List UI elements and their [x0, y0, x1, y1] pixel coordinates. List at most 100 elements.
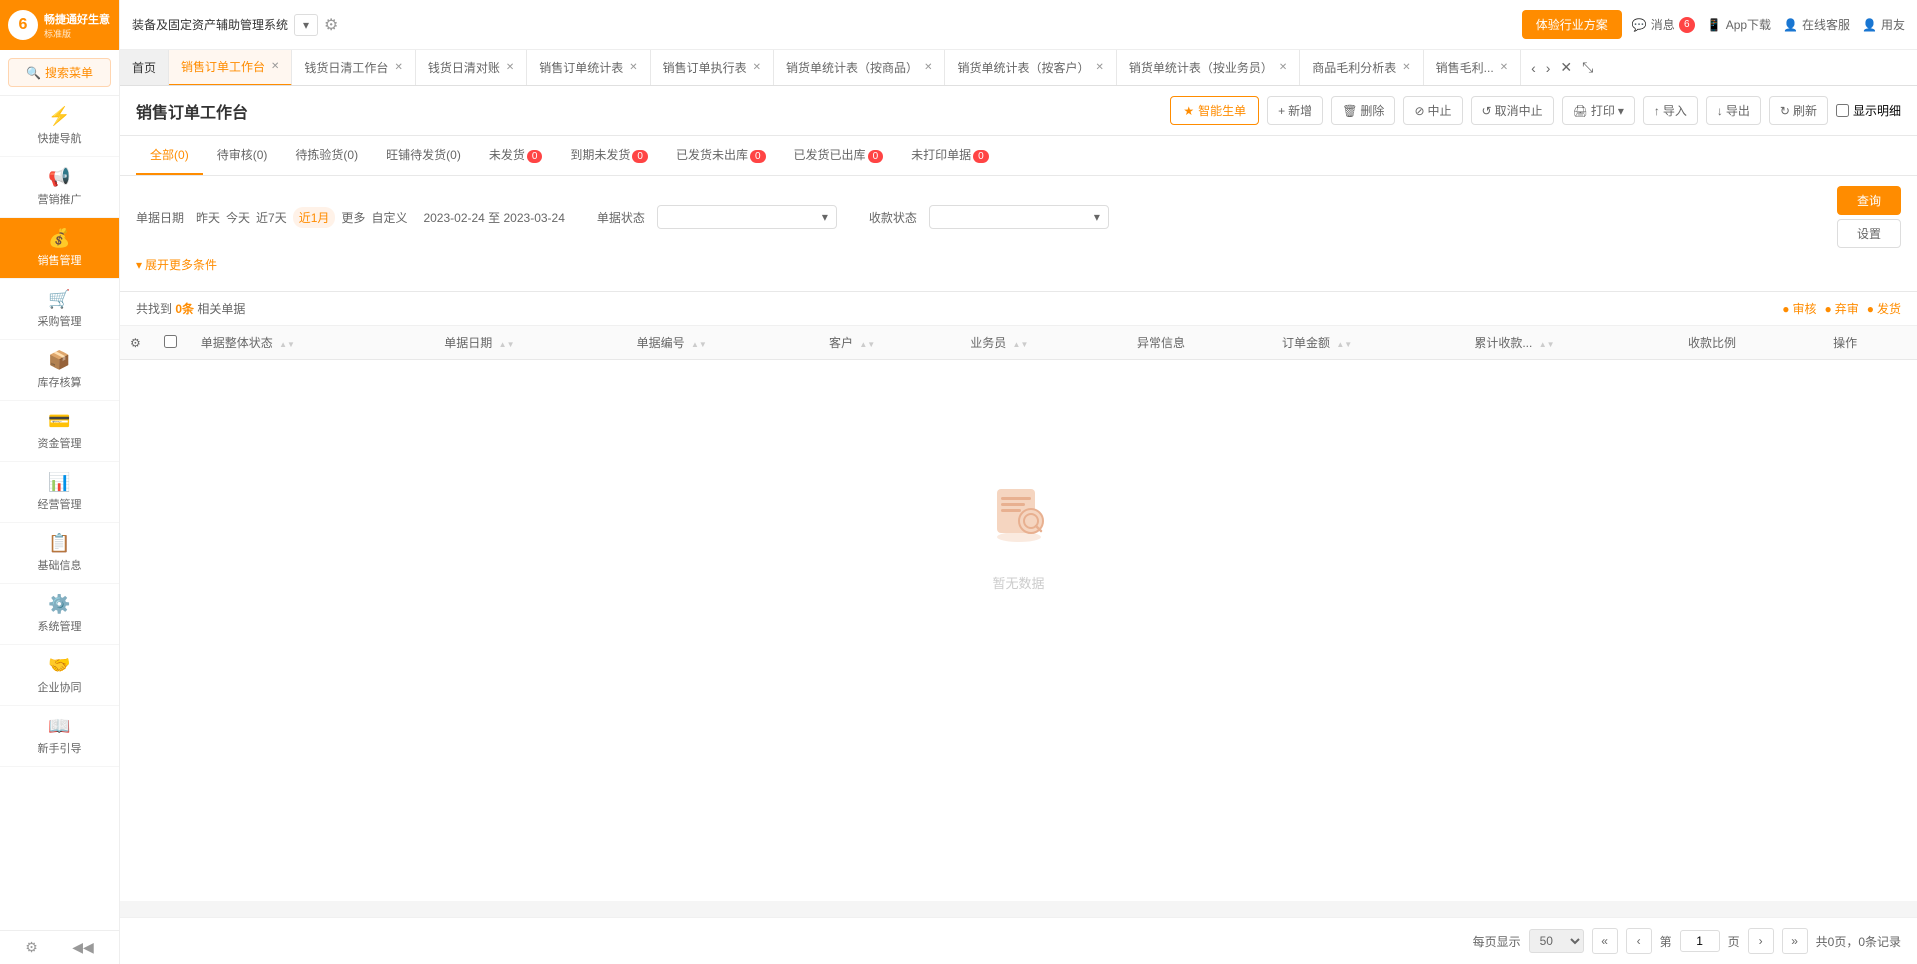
first-page-button[interactable]: « [1592, 928, 1618, 954]
date-opt-custom[interactable]: 自定义 [371, 209, 407, 226]
select-all-checkbox[interactable] [164, 335, 177, 348]
date-opt-today[interactable]: 今天 [226, 209, 250, 226]
payment-select[interactable]: ▾ [929, 205, 1109, 229]
query-button[interactable]: 查询 [1837, 186, 1901, 215]
subtab-not-shipped[interactable]: 未发货0 [475, 136, 557, 175]
tab-sales-order-workbench[interactable]: 销售订单工作台 ✕ [169, 50, 292, 86]
tab-close-all-button[interactable]: ✕ [1556, 57, 1576, 78]
prev-page-button[interactable]: ‹ [1626, 928, 1652, 954]
print-button[interactable]: 🖨 打印 ▾ [1562, 96, 1635, 125]
ship-batch-button[interactable]: ● 发货 [1867, 300, 1901, 317]
sidebar-item-basic-info[interactable]: 📋 基础信息 [0, 523, 119, 584]
subtab-not-printed[interactable]: 未打印单据0 [897, 136, 1003, 175]
sidebar-item-inventory[interactable]: 📦 库存核算 [0, 340, 119, 401]
subtab-shipped-out[interactable]: 已发货已出库0 [780, 136, 898, 175]
show-detail-label[interactable]: 显示明细 [1836, 102, 1901, 119]
tab-close-cash-clear[interactable]: ✕ [394, 62, 402, 73]
online-service-button[interactable]: 👤 在线客服 [1783, 16, 1850, 33]
settings-footer-button[interactable]: ⚙ [25, 939, 38, 956]
sidebar-item-system[interactable]: ⚙️ 系统管理 [0, 584, 119, 645]
collapse-button[interactable]: ◀◀ [72, 939, 94, 956]
sort-salesperson-icon[interactable]: ▲▼ [1013, 341, 1029, 349]
sort-date-icon[interactable]: ▲▼ [499, 341, 515, 349]
col-settings[interactable]: ⚙ [120, 326, 151, 360]
subtab-shipped-not-out[interactable]: 已发货未出库0 [662, 136, 780, 175]
tab-close-stats-salesperson[interactable]: ✕ [1279, 62, 1287, 73]
show-detail-checkbox[interactable] [1836, 104, 1849, 117]
sidebar-item-quick-nav[interactable]: ⚡ 快捷导航 [0, 96, 119, 157]
sort-status-icon[interactable]: ▲▼ [279, 341, 295, 349]
date-opt-1month[interactable]: 近1月 [293, 207, 336, 228]
tab-sales-stats-salesperson[interactable]: 销货单统计表（按业务员） ✕ [1117, 50, 1300, 86]
sidebar-item-sales[interactable]: 💰 销售管理 [0, 218, 119, 279]
sidebar-item-cooperation[interactable]: 🤝 企业协同 [0, 645, 119, 706]
sort-accumulated-icon[interactable]: ▲▼ [1539, 341, 1555, 349]
tab-next-button[interactable]: › [1542, 58, 1555, 78]
tab-close-sales-order[interactable]: ✕ [271, 61, 279, 72]
set-button[interactable]: 设置 [1837, 219, 1901, 248]
sort-customer-icon[interactable]: ▲▼ [859, 341, 875, 349]
status-select[interactable]: ▾ [657, 205, 837, 229]
subtab-overdue-not-shipped[interactable]: 到期未发货0 [556, 136, 662, 175]
tab-home[interactable]: 首页 [120, 50, 169, 86]
per-page-select[interactable]: 10 20 50 100 [1529, 929, 1584, 953]
subtab-pending-inspect[interactable]: 待拣验货(0) [281, 136, 372, 175]
tab-prev-button[interactable]: ‹ [1527, 58, 1540, 78]
tab-sales-stats-product[interactable]: 销货单统计表（按商品） ✕ [774, 50, 945, 86]
tab-product-margin[interactable]: 商品毛利分析表 ✕ [1300, 50, 1423, 86]
cancel-stop-button[interactable]: ↺ 取消中止 [1471, 96, 1554, 125]
smart-create-button[interactable]: ★ 智能生单 [1170, 96, 1259, 125]
tab-cash-reconcile[interactable]: 钱货日清对账 ✕ [416, 50, 527, 86]
tab-sales-stats-customer[interactable]: 销货单统计表（按客户） ✕ [945, 50, 1116, 86]
tab-close-sales-exec[interactable]: ✕ [753, 62, 761, 73]
subtab-all[interactable]: 全部(0) [136, 136, 203, 175]
sort-number-icon[interactable]: ▲▼ [691, 341, 707, 349]
solution-button[interactable]: 体验行业方案 [1522, 10, 1622, 39]
search-menu-button[interactable]: 🔍 搜索菜单 [8, 58, 111, 87]
unreviewed-batch-button[interactable]: ● 弃审 [1824, 300, 1858, 317]
subtab-pending-review[interactable]: 待审核(0) [203, 136, 282, 175]
subtab-wangpu-ship[interactable]: 旺铺待发货(0) [372, 136, 475, 175]
sidebar-item-finance[interactable]: 💳 资金管理 [0, 401, 119, 462]
topbar-settings-button[interactable]: ⚙ [324, 15, 338, 35]
system-dropdown-button[interactable]: ▾ [294, 14, 318, 36]
sidebar-item-guide[interactable]: 📖 新手引导 [0, 706, 119, 767]
tab-fullscreen-button[interactable]: ⤡ [1578, 57, 1597, 78]
sidebar-item-marketing[interactable]: 📢 营销推广 [0, 157, 119, 218]
user-menu[interactable]: 👤 用友 [1862, 16, 1905, 33]
message-button[interactable]: 💬 消息 6 [1632, 16, 1695, 33]
tab-sales-order-exec[interactable]: 销售订单执行表 ✕ [651, 50, 774, 86]
import-button[interactable]: ↑ 导入 [1643, 96, 1698, 125]
app-download-button[interactable]: 📱 App下载 [1707, 16, 1771, 33]
tab-sales-margin[interactable]: 销售毛利... ✕ [1424, 50, 1521, 86]
expand-conditions-button[interactable]: ▾ 展开更多条件 [136, 256, 217, 273]
date-opt-yesterday[interactable]: 昨天 [196, 209, 220, 226]
horizontal-scroll[interactable] [120, 901, 1917, 917]
page-input[interactable] [1680, 930, 1720, 952]
tab-close-stats-product[interactable]: ✕ [924, 62, 932, 73]
pagination: 每页显示 10 20 50 100 « ‹ 第 页 › » 共0页，0条记录 [120, 917, 1917, 964]
sidebar-item-purchase[interactable]: 🛒 采购管理 [0, 279, 119, 340]
refresh-button[interactable]: ↻ 刷新 [1769, 96, 1828, 125]
export-button[interactable]: ↓ 导出 [1706, 96, 1761, 125]
col-checkbox[interactable] [151, 326, 191, 360]
review-batch-button[interactable]: ● 审核 [1782, 300, 1816, 317]
last-page-button[interactable]: » [1782, 928, 1808, 954]
tab-close-stats-customer[interactable]: ✕ [1095, 62, 1103, 73]
tab-close-margin[interactable]: ✕ [1402, 62, 1410, 73]
stop-button[interactable]: ⊘ 中止 [1403, 96, 1462, 125]
sort-amount-icon[interactable]: ▲▼ [1336, 341, 1352, 349]
tab-close-cash-reconcile[interactable]: ✕ [506, 62, 514, 73]
sidebar-item-operation[interactable]: 📊 经营管理 [0, 462, 119, 523]
tab-sales-order-stats[interactable]: 销售订单统计表 ✕ [527, 50, 650, 86]
basic-info-icon: 📋 [48, 533, 70, 554]
delete-button[interactable]: 🗑 删除 [1331, 96, 1395, 125]
date-opt-7days[interactable]: 近7天 [256, 209, 287, 226]
date-opt-more[interactable]: 更多 [341, 209, 365, 226]
tab-close-sales-stats[interactable]: ✕ [629, 62, 637, 73]
tab-cash-clear-workbench[interactable]: 钱货日清工作台 ✕ [292, 50, 415, 86]
table-scroll[interactable]: ⚙ 单据整体状态 ▲▼ 单据日期 ▲▼ [120, 326, 1917, 901]
tab-close-sales-margin[interactable]: ✕ [1500, 62, 1508, 73]
next-page-button[interactable]: › [1748, 928, 1774, 954]
add-button[interactable]: + 新增 [1267, 96, 1323, 125]
